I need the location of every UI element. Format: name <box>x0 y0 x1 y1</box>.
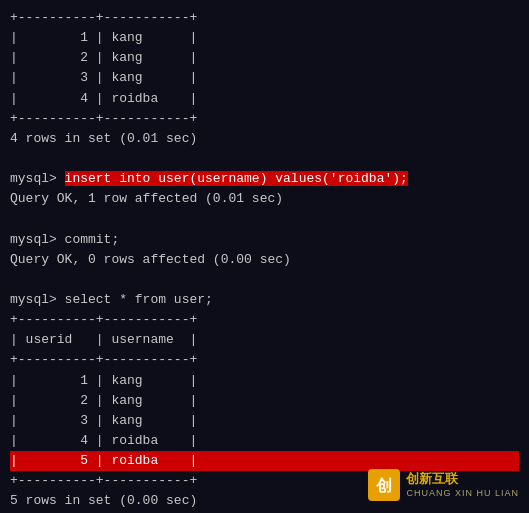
prompt-text: mysql> <box>10 171 65 186</box>
query-ok-commit: Query OK, 0 rows affected (0.00 sec) <box>10 250 519 270</box>
watermark-logo: 创 <box>368 469 400 501</box>
empty-line-3 <box>10 270 519 290</box>
insert-command-line: mysql> insert into user(username) values… <box>10 169 519 189</box>
query-ok-1: Query OK, 1 row affected (0.01 sec) <box>10 189 519 209</box>
table-row: | 3 | kang | <box>10 68 519 88</box>
empty-line-2 <box>10 209 519 229</box>
table-row: | 1 | kang | <box>10 371 519 391</box>
insert-command: insert into user(username) values('roidb… <box>65 171 408 186</box>
table-row: | 2 | kang | <box>10 391 519 411</box>
table-row: | 1 | kang | <box>10 28 519 48</box>
logo-icon: 创 <box>370 471 398 499</box>
table-border-bottom: +----------+-----------+ <box>10 109 519 129</box>
svg-text:创: 创 <box>375 477 392 494</box>
table-border-top: +----------+-----------+ <box>10 8 519 28</box>
empty-line <box>10 149 519 169</box>
watermark: 创 创新互联 CHUANG XIN HU LIAN <box>368 469 519 501</box>
table2-border-top: +----------+-----------+ <box>10 310 519 330</box>
table2-header-border: +----------+-----------+ <box>10 350 519 370</box>
table2-header: | userid | username | <box>10 330 519 350</box>
watermark-subtitle: CHUANG XIN HU LIAN <box>406 488 519 500</box>
terminal-window: +----------+-----------+ | 1 | kang | | … <box>0 0 529 513</box>
table-row: | 4 | roidba | <box>10 89 519 109</box>
select-command: mysql> select * from user; <box>10 290 519 310</box>
watermark-title: 创新互联 <box>406 471 519 488</box>
commit-command: mysql> commit; <box>10 230 519 250</box>
watermark-text-block: 创新互联 CHUANG XIN HU LIAN <box>406 471 519 500</box>
table-row: | 2 | kang | <box>10 48 519 68</box>
rows-count: 4 rows in set (0.01 sec) <box>10 129 519 149</box>
table-row: | 4 | roidba | <box>10 431 519 451</box>
table-row: | 3 | kang | <box>10 411 519 431</box>
